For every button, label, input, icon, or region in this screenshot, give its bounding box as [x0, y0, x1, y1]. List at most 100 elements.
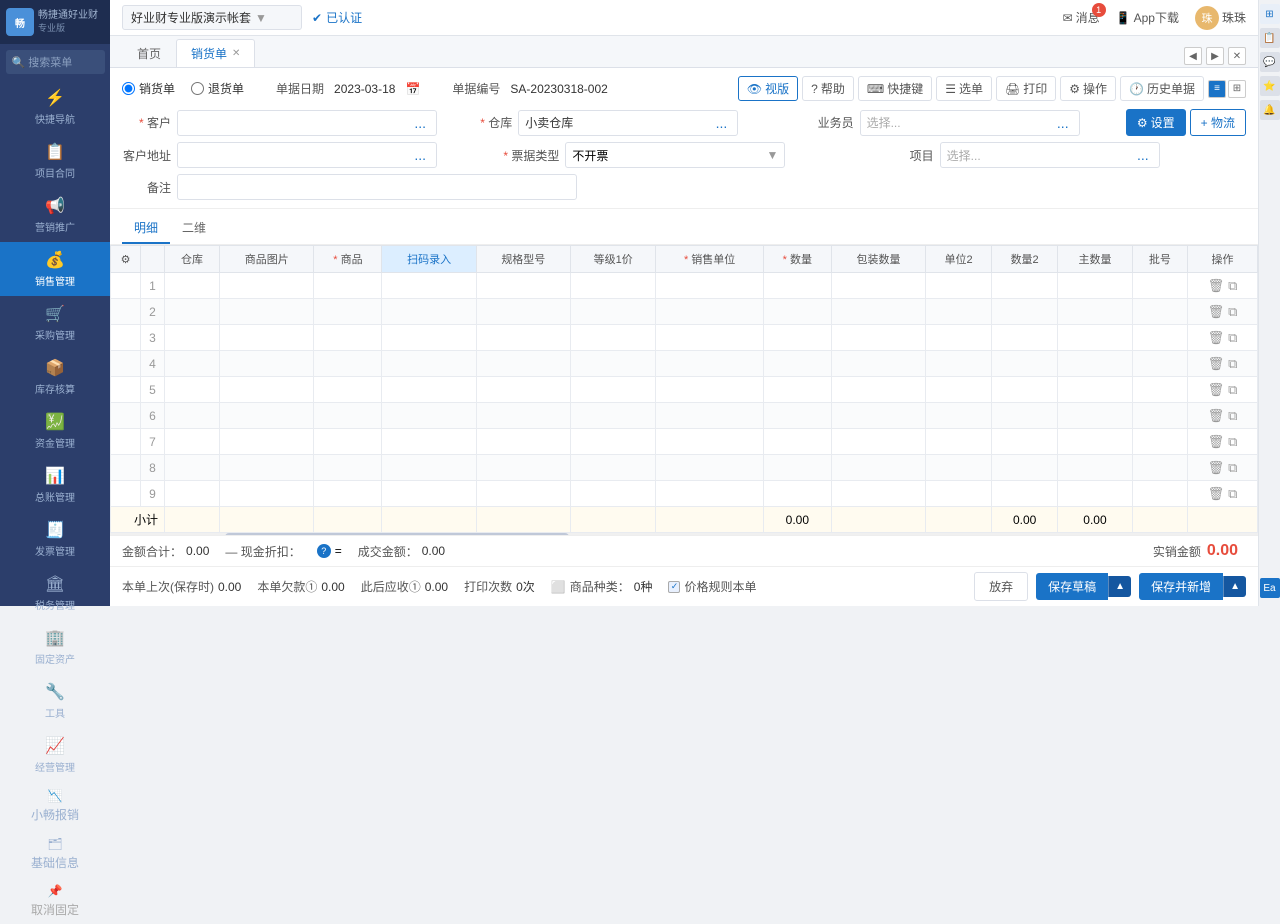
save-add-arrow-btn[interactable]: ▲ [1223, 576, 1246, 597]
view-list-btn[interactable]: ≡ [1208, 80, 1226, 98]
row-unit-cell[interactable] [656, 351, 763, 377]
row-spec-cell[interactable] [476, 429, 570, 455]
row-image-cell[interactable] [220, 455, 314, 481]
company-selector[interactable]: 好业财专业版演示帐套 ▼ [122, 5, 302, 30]
row-unit2-cell[interactable] [926, 429, 992, 455]
row-spec-cell[interactable] [476, 273, 570, 299]
row-qty-cell[interactable] [763, 481, 831, 507]
row-price1-cell[interactable] [570, 455, 656, 481]
scrollbar-thumb[interactable] [225, 533, 569, 535]
toolbar-select-btn[interactable]: ☰ 选单 [936, 76, 992, 101]
row-unit-cell[interactable] [656, 455, 763, 481]
sidebar-item-project[interactable]: 📋 项目合同 [0, 134, 110, 188]
tab-sales-order[interactable]: 销货单 ✕ [176, 39, 255, 67]
delete-icon[interactable]: 🗑 [1208, 408, 1225, 424]
sidebar-item-sales[interactable]: 💰 销售管理 [0, 242, 110, 296]
row-qty-cell[interactable] [763, 429, 831, 455]
abandon-btn[interactable]: 放弃 [974, 572, 1028, 601]
row-unit2-cell[interactable] [926, 351, 992, 377]
address-dots[interactable]: ... [410, 147, 430, 163]
delete-icon[interactable]: 🗑 [1208, 434, 1225, 450]
row-packqty-cell[interactable] [831, 403, 925, 429]
row-packqty-cell[interactable] [831, 273, 925, 299]
price-checkbox-box[interactable]: ✓ [668, 581, 680, 593]
radio-return-input[interactable] [191, 82, 204, 95]
staff-dots[interactable]: ... [1053, 115, 1073, 131]
row-qty2-cell[interactable] [992, 403, 1058, 429]
sidebar-item-tools[interactable]: 🔧 工具 [0, 674, 110, 728]
row-product-cell[interactable] [314, 455, 382, 481]
row-scan-cell[interactable] [382, 299, 476, 325]
row-price1-cell[interactable] [570, 299, 656, 325]
toolbar-shortcut-btn[interactable]: ⌨ 快捷键 [858, 76, 932, 101]
row-packqty-cell[interactable] [831, 351, 925, 377]
row-packqty-cell[interactable] [831, 429, 925, 455]
row-batch-cell[interactable] [1132, 273, 1187, 299]
row-mainqty-cell[interactable] [1058, 455, 1133, 481]
row-unit-cell[interactable] [656, 273, 763, 299]
copy-icon[interactable]: ⧉ [1228, 330, 1237, 346]
sidebar-item-marketing[interactable]: 📢 营销推广 [0, 188, 110, 242]
row-qty-cell[interactable] [763, 299, 831, 325]
copy-icon[interactable]: ⧉ [1228, 356, 1237, 372]
row-unit2-cell[interactable] [926, 273, 992, 299]
row-packqty-cell[interactable] [831, 377, 925, 403]
row-batch-cell[interactable] [1132, 403, 1187, 429]
row-image-cell[interactable] [220, 481, 314, 507]
tab-close-icon[interactable]: ✕ [232, 48, 240, 59]
row-scan-cell[interactable] [382, 377, 476, 403]
sidebar-item-finance[interactable]: 💹 资金管理 [0, 404, 110, 458]
toolbar-operate-btn[interactable]: ⚙ 操作 [1060, 76, 1116, 101]
row-scan-cell[interactable] [382, 455, 476, 481]
row-batch-cell[interactable] [1132, 455, 1187, 481]
row-unit-cell[interactable] [656, 299, 763, 325]
customer-dots[interactable]: ... [410, 115, 430, 131]
row-qty-cell[interactable] [763, 403, 831, 429]
col-settings[interactable]: ⚙ [111, 246, 141, 273]
invoice-select[interactable]: 不开票 ▼ [565, 142, 785, 168]
row-image-cell[interactable] [220, 299, 314, 325]
row-scan-cell[interactable] [382, 273, 476, 299]
delete-icon[interactable]: 🗑 [1208, 278, 1225, 294]
row-batch-cell[interactable] [1132, 325, 1187, 351]
row-qty2-cell[interactable] [992, 455, 1058, 481]
row-unit-cell[interactable] [656, 481, 763, 507]
row-unit2-cell[interactable] [926, 299, 992, 325]
row-unit-cell[interactable] [656, 325, 763, 351]
delete-icon[interactable]: 🗑 [1208, 330, 1225, 346]
row-batch-cell[interactable] [1132, 351, 1187, 377]
row-qty2-cell[interactable] [992, 299, 1058, 325]
radio-return[interactable]: 退货单 [191, 80, 244, 97]
row-image-cell[interactable] [220, 429, 314, 455]
tab-detail[interactable]: 明细 [122, 215, 170, 244]
row-warehouse-cell[interactable] [165, 351, 220, 377]
toolbar-history-btn[interactable]: 🕐 历史单据 [1120, 76, 1204, 101]
row-mainqty-cell[interactable] [1058, 429, 1133, 455]
calendar-icon[interactable]: 📅 [405, 82, 420, 96]
row-warehouse-cell[interactable] [165, 299, 220, 325]
row-unit2-cell[interactable] [926, 455, 992, 481]
delete-icon[interactable]: 🗑 [1208, 382, 1225, 398]
row-spec-cell[interactable] [476, 403, 570, 429]
row-qty2-cell[interactable] [992, 377, 1058, 403]
row-price1-cell[interactable] [570, 351, 656, 377]
row-spec-cell[interactable] [476, 299, 570, 325]
copy-icon[interactable]: ⧉ [1228, 304, 1237, 320]
row-mainqty-cell[interactable] [1058, 325, 1133, 351]
sidebar-item-basics[interactable]: 🗂 基础信息 [0, 830, 110, 878]
project-input[interactable]: 选择... ... [940, 142, 1160, 168]
row-scan-cell[interactable] [382, 325, 476, 351]
sidebar-item-cancel-fixed[interactable]: 📌 取消固定 [0, 878, 110, 924]
row-warehouse-cell[interactable] [165, 481, 220, 507]
row-product-cell[interactable] [314, 429, 382, 455]
row-qty2-cell[interactable] [992, 273, 1058, 299]
sidebar-item-stock[interactable]: 📦 库存核算 [0, 350, 110, 404]
row-unit2-cell[interactable] [926, 325, 992, 351]
row-spec-cell[interactable] [476, 325, 570, 351]
row-packqty-cell[interactable] [831, 481, 925, 507]
staff-input[interactable]: 选择... ... [860, 110, 1080, 136]
save-add-btn[interactable]: 保存并新增 [1139, 573, 1223, 600]
sidebar-item-assets[interactable]: 🏢 固定资产 [0, 620, 110, 674]
horizontal-scrollbar[interactable] [110, 533, 1258, 535]
row-warehouse-cell[interactable] [165, 377, 220, 403]
